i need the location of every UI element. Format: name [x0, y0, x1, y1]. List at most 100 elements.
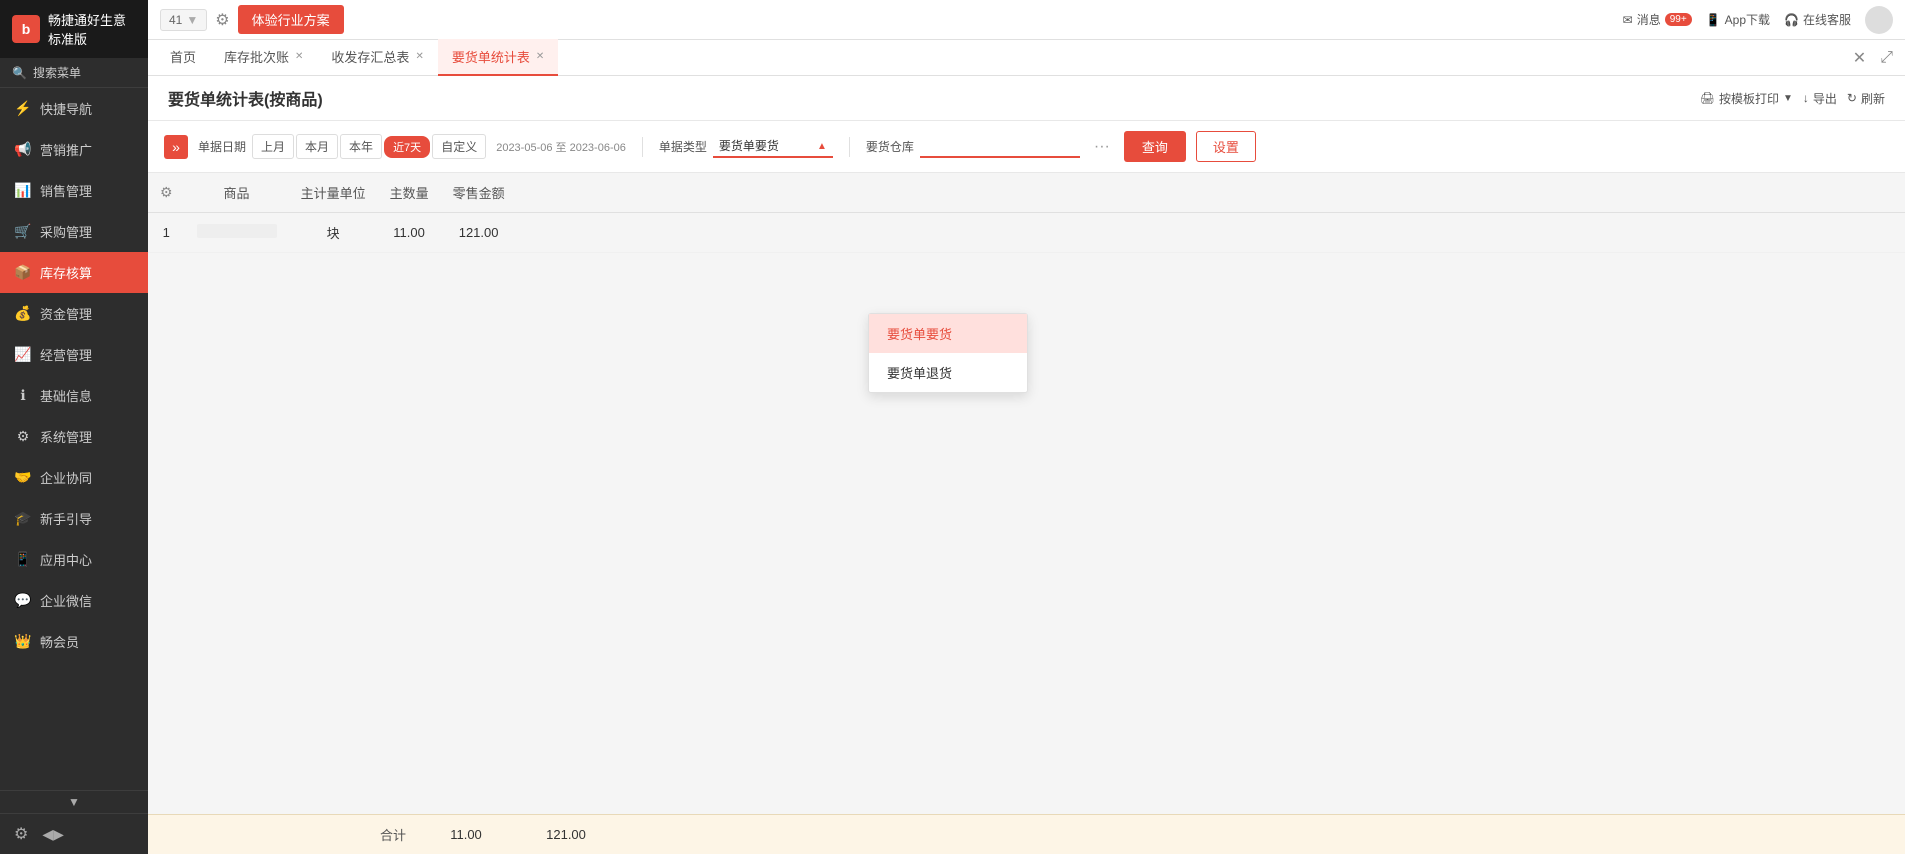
refresh-icon: ↻	[1847, 91, 1857, 105]
type-select[interactable]: 要货单要货 要货单退货	[713, 136, 833, 158]
basic-info-icon: ℹ	[14, 387, 32, 404]
app-logo-text: 畅捷通好生意 标准版	[48, 10, 126, 48]
chevron-down-icon: ▼	[186, 13, 198, 27]
date-tab-last-7-days[interactable]: 近7天	[384, 136, 430, 158]
sidebar-item-enterprise-collab[interactable]: 🤝 企业协同	[0, 457, 148, 498]
sidebar-collapse-icon[interactable]: ◀▶	[42, 826, 64, 843]
cell-empty	[517, 213, 1905, 253]
topbar-settings-icon[interactable]: ⚙	[215, 10, 229, 30]
app-logo-icon: b	[12, 15, 40, 43]
sidebar-item-marketing[interactable]: 📢 营销推广	[0, 129, 148, 170]
type-dropdown-menu: 要货单要货 要货单退货	[868, 313, 1028, 393]
warehouse-select[interactable]	[920, 136, 1080, 158]
sidebar-item-finance[interactable]: 💰 资金管理	[0, 293, 148, 334]
tab-receipt-summary[interactable]: 收发存汇总表 ✕	[317, 39, 437, 76]
date-range-display: 2023-05-06 至 2023-06-06	[496, 139, 626, 155]
tab-close-all[interactable]: ✕	[1849, 46, 1870, 70]
sidebar-item-beginner[interactable]: 🎓 新手引导	[0, 498, 148, 539]
tab-close-receipt-summary[interactable]: ✕	[415, 51, 423, 62]
date-tab-last-month[interactable]: 上月	[252, 134, 294, 159]
tab-close-inventory-batch[interactable]: ✕	[295, 51, 303, 62]
search-icon: 🔍	[12, 66, 27, 80]
export-button[interactable]: ↓ 导出	[1803, 90, 1837, 107]
sidebar-item-inventory[interactable]: 📦 库存核算	[0, 252, 148, 293]
operations-icon: 📈	[14, 346, 32, 363]
sidebar-item-sales[interactable]: 📊 销售管理	[0, 170, 148, 211]
trial-button[interactable]: 体验行业方案	[238, 5, 344, 34]
type-filter-label: 单据类型	[659, 138, 707, 155]
topbar-right: ✉ 消息 99+ 📱 App下载 🎧 在线客服	[1623, 6, 1893, 34]
service-icon: 🎧	[1784, 13, 1799, 27]
dropdown-option-return[interactable]: 要货单退货	[869, 353, 1027, 392]
online-service-button[interactable]: 🎧 在线客服	[1784, 11, 1851, 28]
sidebar-item-quick-nav[interactable]: ⚡ 快捷导航	[0, 88, 148, 129]
col-quantity: 主数量	[378, 173, 441, 213]
sidebar-item-operations[interactable]: 📈 经营管理	[0, 334, 148, 375]
purchase-icon: 🛒	[14, 223, 32, 240]
page-actions: 🖨 按模板打印 ▼ ↓ 导出 ↻ 刷新	[1700, 90, 1885, 107]
column-settings-icon[interactable]: ⚙	[160, 184, 173, 200]
enterprise-wechat-icon: 💬	[14, 592, 32, 609]
cell-quantity: 11.00	[378, 213, 441, 253]
dropdown-option-requisition[interactable]: 要货单要货	[869, 314, 1027, 353]
inventory-icon: 📦	[14, 264, 32, 281]
sidebar-footer: ⚙ ◀▶	[0, 813, 148, 854]
table-container: ⚙ 商品 主计量单位 主数量 零售金额 1	[148, 173, 1905, 814]
warehouse-filter-label: 要货仓库	[866, 138, 914, 155]
filter-divider-2	[849, 137, 850, 157]
tab-expand[interactable]: ⤢	[1876, 47, 1897, 69]
export-icon: ↓	[1803, 91, 1809, 105]
print-button[interactable]: 🖨 按模板打印 ▼	[1700, 90, 1793, 107]
app-center-icon: 📱	[14, 551, 32, 568]
refresh-button[interactable]: ↻ 刷新	[1847, 90, 1885, 107]
main-area: 41 ▼ ⚙ 体验行业方案 ✉ 消息 99+ 📱 App下载 🎧 在线客服	[148, 0, 1905, 854]
search-menu[interactable]: 🔍 搜索菜单	[0, 58, 148, 88]
page-title: 要货单统计表(按商品)	[168, 86, 323, 110]
col-empty	[517, 173, 1905, 213]
date-tab-custom[interactable]: 自定义	[432, 134, 486, 159]
page-header: 要货单统计表(按商品) 🖨 按模板打印 ▼ ↓ 导出 ↻ 刷新	[148, 76, 1905, 121]
quick-nav-icon: ⚡	[14, 100, 32, 117]
beginner-icon: 🎓	[14, 510, 32, 527]
sidebar-settings-icon[interactable]: ⚙	[14, 824, 28, 844]
col-settings[interactable]: ⚙	[148, 173, 185, 213]
tabbar: 首页 库存批次账 ✕ 收发存汇总表 ✕ 要货单统计表 ✕ ✕ ⤢	[148, 40, 1905, 76]
sidebar-item-member[interactable]: 👑 畅会员	[0, 621, 148, 662]
sidebar-logo: b 畅捷通好生意 标准版	[0, 0, 148, 58]
date-tab-this-year[interactable]: 本年	[340, 134, 382, 159]
topbar-left: 41 ▼ ⚙ 体验行业方案	[160, 5, 1613, 34]
filter-more-button[interactable]: ···	[1090, 138, 1114, 156]
messages-button[interactable]: ✉ 消息 99+	[1623, 11, 1692, 28]
messages-badge: 99+	[1665, 13, 1692, 26]
sidebar: b 畅捷通好生意 标准版 🔍 搜索菜单 ⚡ 快捷导航 📢 营销推广 📊 销售管理…	[0, 0, 148, 854]
cell-index: 1	[148, 213, 185, 253]
date-filter-label: 单据日期	[198, 138, 246, 155]
sidebar-item-system[interactable]: ⚙ 系统管理	[0, 416, 148, 457]
filter-settings-button[interactable]: 设置	[1196, 131, 1256, 162]
sidebar-item-purchase[interactable]: 🛒 采购管理	[0, 211, 148, 252]
tab-close-requisition-summary[interactable]: ✕	[536, 51, 544, 62]
sidebar-item-enterprise-wechat[interactable]: 💬 企业微信	[0, 580, 148, 621]
cell-product	[185, 213, 289, 253]
cell-unit: 块	[289, 213, 378, 253]
tab-inventory-batch[interactable]: 库存批次账 ✕	[210, 39, 317, 76]
sidebar-item-basic-info[interactable]: ℹ 基础信息	[0, 375, 148, 416]
query-button[interactable]: 查询	[1124, 131, 1186, 162]
tab-requisition-summary[interactable]: 要货单统计表 ✕	[438, 39, 558, 76]
app-download-button[interactable]: 📱 App下载	[1706, 11, 1770, 28]
company-id: 41 ▼	[160, 9, 207, 31]
tab-home[interactable]: 首页	[156, 39, 210, 76]
sidebar-scroll-down[interactable]: ▼	[0, 790, 148, 813]
filter-bar: » 单据日期 上月 本月 本年 近7天 自定义 2023-05-06 至 202…	[148, 121, 1905, 173]
sidebar-item-app-center[interactable]: 📱 应用中心	[0, 539, 148, 580]
print-icon: 🖨	[1700, 91, 1715, 105]
filter-expand-button[interactable]: »	[164, 135, 188, 159]
table-row: 1 块 11.00 121.00	[148, 213, 1905, 253]
table-footer: 合计 11.00 121.00	[148, 814, 1905, 854]
col-product: 商品	[185, 173, 289, 213]
date-tab-this-month[interactable]: 本月	[296, 134, 338, 159]
sidebar-nav: ⚡ 快捷导航 📢 营销推广 📊 销售管理 🛒 采购管理 📦 库存核算 💰 资金管…	[0, 88, 148, 790]
user-avatar[interactable]	[1865, 6, 1893, 34]
warehouse-select-wrapper	[920, 136, 1080, 158]
data-table: ⚙ 商品 主计量单位 主数量 零售金额 1	[148, 173, 1905, 253]
